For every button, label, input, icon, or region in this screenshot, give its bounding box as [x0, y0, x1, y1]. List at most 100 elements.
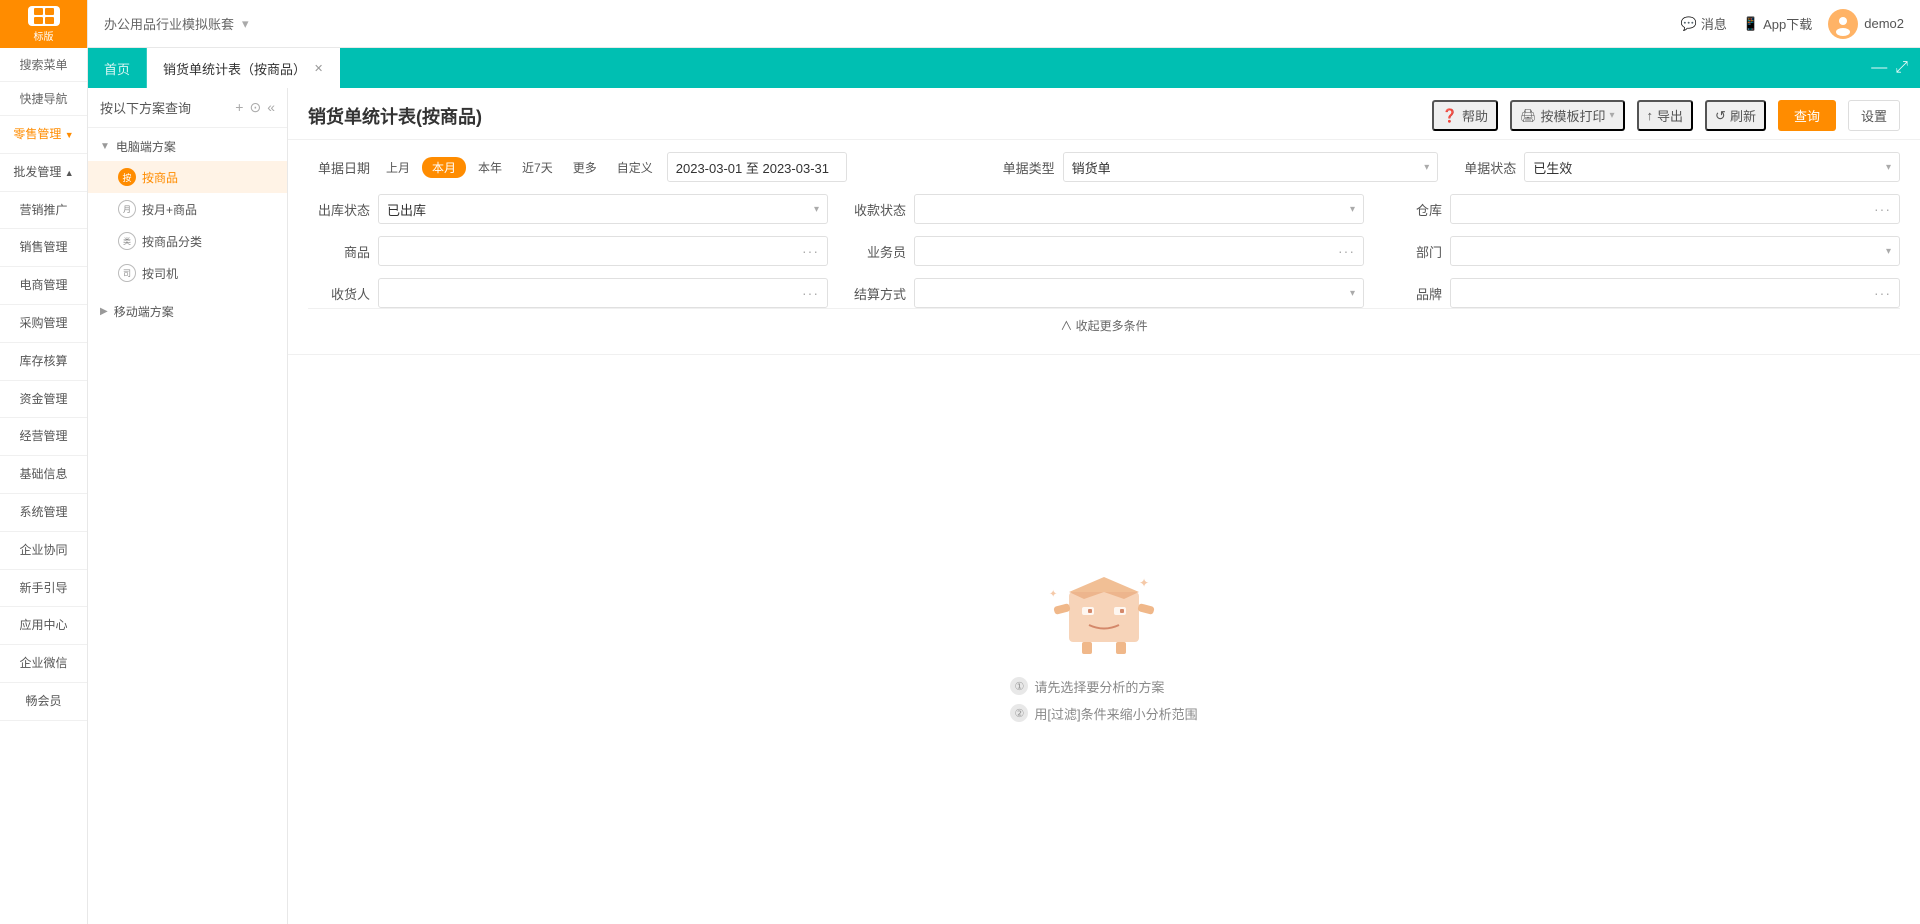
page-actions: ❓ 帮助 🖨 按模板打印 ▾ ↑ 导出 ↺ 刷新 [1432, 100, 1900, 131]
outstatus-select[interactable]: 已出库 ▾ [378, 194, 828, 224]
sidebar-item-finance[interactable]: 资金管理 [0, 381, 87, 419]
sidebar-search[interactable]: 搜索菜单 [0, 48, 87, 82]
salesman-input[interactable]: ··· [914, 236, 1364, 266]
date-tab-this-year[interactable]: 本年 [470, 157, 510, 178]
sidebar-item-appcenter[interactable]: 应用中心 [0, 607, 87, 645]
mobile-group-label: 移动端方案 [114, 303, 174, 320]
sidebar-item-ecommerce[interactable]: 电商管理 [0, 267, 87, 305]
sidebar-item-sales[interactable]: 销售管理 [0, 229, 87, 267]
outstatus-label: 出库状态 [308, 200, 378, 219]
sidebar-item-newbie[interactable]: 新手引导 [0, 570, 87, 608]
tab-maximize-btn[interactable]: ⤢ [1895, 59, 1908, 77]
svg-text:✦: ✦ [1139, 576, 1149, 590]
left-panel-title: 按以下方案查询 [100, 98, 191, 117]
date-range-input[interactable]: 2023-03-01 至 2023-03-31 [667, 152, 847, 182]
date-tab-last-month[interactable]: 上月 [378, 157, 418, 178]
header-left: 办公用品行业模拟账套 ▾ [104, 14, 249, 33]
tab-home[interactable]: 首页 [88, 48, 147, 88]
refresh-btn[interactable]: ↺ 刷新 [1705, 100, 1766, 131]
wholesale-arrow: ▲ [65, 168, 74, 178]
sidebar-item-retail[interactable]: 零售管理 ▼ [0, 116, 87, 154]
date-tab-custom[interactable]: 自定义 [609, 157, 661, 178]
empty-state: ✦ ✦ ① 请先选择要分析的方案 ② 用[过滤]条件来缩小分析范围 [288, 355, 1920, 924]
filter-row-1: 单据日期 上月 本月 本年 近7天 更多 自定义 2023- [308, 152, 1900, 182]
settlement-select[interactable]: ▾ [914, 278, 1364, 308]
sidebar-item-inventory[interactable]: 库存核算 [0, 343, 87, 381]
print-btn[interactable]: 🖨 按模板打印 ▾ [1510, 100, 1625, 131]
tab-bar: 首页 销货单统计表（按商品） ✕ — ⤢ [88, 48, 1920, 88]
consignee-input[interactable]: ··· [378, 278, 828, 308]
filter-row-4: 收货人 ··· 结算方式 ▾ 品牌 [308, 278, 1900, 308]
settlement-arrow: ▾ [1350, 288, 1355, 299]
date-tab-more[interactable]: 更多 [565, 157, 605, 178]
settings-btn[interactable]: 设置 [1848, 100, 1900, 131]
quick-nav[interactable]: 快捷导航 [0, 82, 87, 116]
date-tab-this-month[interactable]: 本月 [422, 157, 466, 178]
sidebar-item-system[interactable]: 系统管理 [0, 494, 87, 532]
add-scheme-btn[interactable]: + [235, 99, 243, 116]
message-btn[interactable]: 💬 消息 [1681, 14, 1727, 33]
user-menu[interactable]: demo2 [1828, 9, 1904, 39]
goods-label: 商品 [308, 242, 378, 261]
sidebar-item-basic[interactable]: 基础信息 [0, 456, 87, 494]
docstatus-select[interactable]: 已生效 ▾ [1524, 152, 1900, 182]
salesman-label: 业务员 [844, 242, 914, 261]
export-btn[interactable]: ↑ 导出 [1637, 100, 1694, 131]
docstatus-label: 单据状态 [1454, 158, 1524, 177]
department-label: 部门 [1380, 242, 1450, 261]
dropdown-arrow[interactable]: ▾ [242, 16, 249, 32]
settings-scheme-btn[interactable]: ⊙ [249, 99, 261, 116]
doctype-select[interactable]: 销货单 ▾ [1063, 152, 1439, 182]
page-header: 销货单统计表(按商品) ❓ 帮助 🖨 按模板打印 ▾ ↑ 导出 [288, 88, 1920, 140]
tree-item-by-month-goods[interactable]: 月 按月+商品 [88, 193, 287, 225]
pc-group-arrow: ▼ [100, 141, 110, 152]
app-download-btn[interactable]: 📱 App下载 [1743, 14, 1812, 33]
sidebar-item-member[interactable]: 畅会员 [0, 683, 87, 721]
header-right: 💬 消息 📱 App下载 demo2 [1681, 9, 1904, 39]
tab-minimize-btn[interactable]: — [1871, 59, 1887, 77]
date-label: 单据日期 [308, 158, 378, 177]
consignee-label: 收货人 [308, 284, 378, 303]
right-panel: 销货单统计表(按商品) ❓ 帮助 🖨 按模板打印 ▾ ↑ 导出 [288, 88, 1920, 924]
tree-item-by-category[interactable]: 类 按商品分类 [88, 225, 287, 257]
sidebar-item-operation[interactable]: 经营管理 [0, 418, 87, 456]
tab-report[interactable]: 销货单统计表（按商品） ✕ [147, 48, 340, 88]
filter-receiptstatus-group: 收款状态 ▾ [844, 194, 1364, 224]
collapse-filters-btn[interactable]: ∧ 收起更多条件 [308, 308, 1900, 342]
warehouse-input[interactable]: ··· [1450, 194, 1900, 224]
app-download-label: App下载 [1763, 14, 1812, 33]
sidebar-item-wechat[interactable]: 企业微信 [0, 645, 87, 683]
tab-close-btn[interactable]: ✕ [314, 62, 323, 75]
goods-dots: ··· [802, 243, 819, 259]
goods-input[interactable]: ··· [378, 236, 828, 266]
left-panel-icons: + ⊙ « [235, 99, 275, 116]
app-name: 标版 [34, 28, 54, 43]
sidebar-item-wholesale[interactable]: 批发管理 ▲ [0, 154, 87, 192]
by-month-goods-icon: 月 [118, 200, 136, 218]
brand-dots: ··· [1874, 285, 1891, 301]
top-header: 办公用品行业模拟账套 ▾ 💬 消息 📱 App下载 demo2 [88, 0, 1920, 48]
date-tab-7days[interactable]: 近7天 [514, 157, 561, 178]
help-btn[interactable]: ❓ 帮助 [1432, 100, 1498, 131]
left-panel: 按以下方案查询 + ⊙ « ▼ 电脑端方案 按 按商品 月 按月 [88, 88, 288, 924]
doctype-value: 销货单 [1072, 158, 1111, 177]
filter-row-3: 商品 ··· 业务员 ··· 部门 [308, 236, 1900, 266]
brand-input[interactable]: ··· [1450, 278, 1900, 308]
tree-group-mobile-header[interactable]: ▶ 移动端方案 [88, 297, 287, 326]
department-select[interactable]: ▾ [1450, 236, 1900, 266]
collapse-panel-btn[interactable]: « [267, 99, 275, 116]
by-driver-icon: 司 [118, 264, 136, 282]
sidebar-item-purchase[interactable]: 采购管理 [0, 305, 87, 343]
sidebar-item-enterprise[interactable]: 企业协同 [0, 532, 87, 570]
brand-label: 品牌 [1380, 284, 1450, 303]
sidebar-item-marketing[interactable]: 营销推广 [0, 192, 87, 230]
export-icon: ↑ [1647, 108, 1654, 123]
tree-item-by-driver[interactable]: 司 按司机 [88, 257, 287, 289]
by-category-label: 按商品分类 [142, 233, 202, 250]
query-btn[interactable]: 查询 [1778, 100, 1836, 131]
tree-item-by-goods[interactable]: 按 按商品 [88, 161, 287, 193]
date-controls: 上月 本月 本年 近7天 更多 自定义 2023-03-01 至 2023-03… [378, 152, 847, 182]
content-area: 按以下方案查询 + ⊙ « ▼ 电脑端方案 按 按商品 月 按月 [88, 88, 1920, 924]
tree-group-pc-header[interactable]: ▼ 电脑端方案 [88, 132, 287, 161]
receiptstatus-select[interactable]: ▾ [914, 194, 1364, 224]
